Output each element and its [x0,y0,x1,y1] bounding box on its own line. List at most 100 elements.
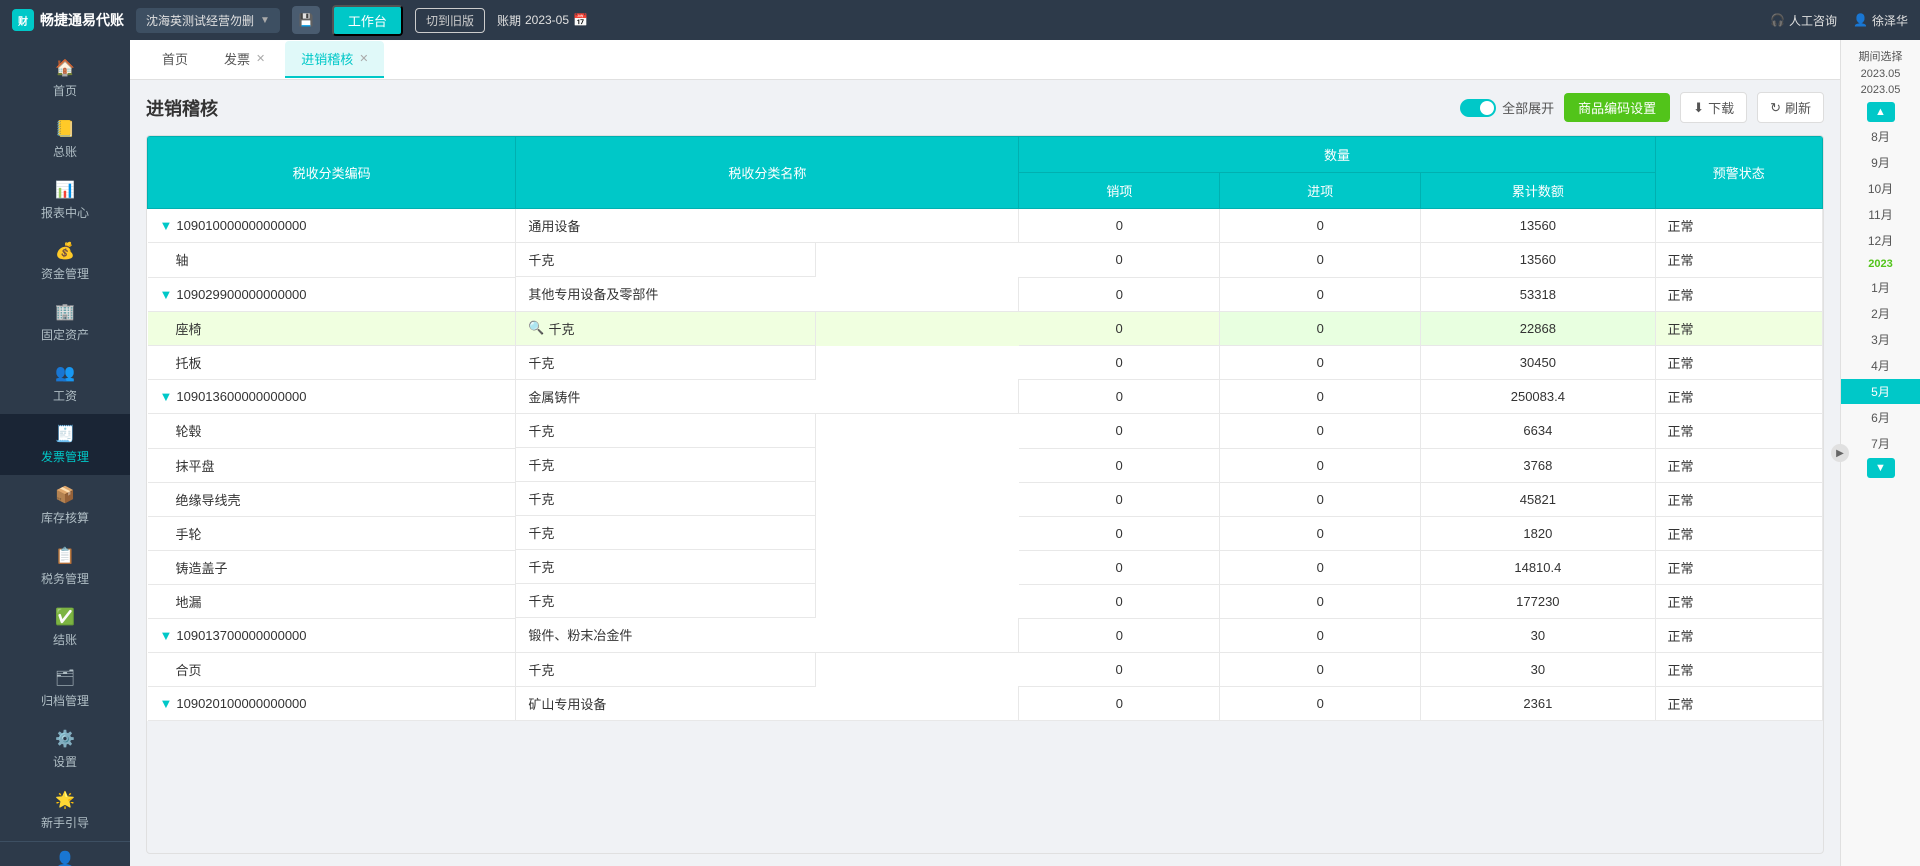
table-row-sale: 0 [1019,618,1220,652]
sidebar-item-inventory[interactable]: 📦 库存核算 [0,475,130,536]
table-row-item-code: 托板 [148,346,516,380]
sidebar-label: 资金管理 [41,265,89,282]
table-row-item-sale: 0 [1019,550,1220,584]
table-row-status: 正常 [1655,277,1822,311]
month-item[interactable]: 11月 [1841,202,1920,227]
sidebar-label: 发票管理 [41,448,89,465]
page-title: 进销稽核 [146,95,218,121]
sidebar-item-ledger[interactable]: 📒 总账 [0,109,130,170]
tab-reconcile-close[interactable]: ✕ [359,52,368,65]
sidebar-item-funds[interactable]: 💰 资金管理 [0,231,130,292]
refresh-label: 刷新 [1785,98,1811,117]
table-row-item-unit-col: 千克 [516,482,816,516]
table-row-item-sale: 0 [1019,516,1220,550]
sidebar-item-settle[interactable]: ✅ 结账 [0,597,130,658]
table-row-cumulative: 30 [1421,618,1655,652]
panel-toggle-button[interactable]: ▶ [1831,444,1849,462]
expand-row-icon[interactable]: ▼ [160,696,173,711]
home-icon: 🏠 [55,58,75,78]
month-item[interactable]: 9月 [1841,150,1920,175]
workbench-button[interactable]: 工作台 [332,5,403,36]
sidebar-item-settings[interactable]: ⚙️ 设置 [0,719,130,780]
month-item[interactable]: 8月 [1841,124,1920,149]
sidebar-item-guide[interactable]: 🌟 新手引导 [0,780,130,841]
month-item[interactable]: 5月 [1841,379,1920,404]
sidebar-item-report[interactable]: 📊 报表中心 [0,170,130,231]
sidebar-item-payroll[interactable]: 👥 工资 [0,353,130,414]
sidebar-item-home[interactable]: 🏠 首页 [0,48,130,109]
table-row-item-code: 地漏 [148,584,516,618]
user-name: 徐泽华 [1872,12,1908,29]
expand-row-icon[interactable]: ▼ [160,218,173,233]
table-row-status: 正常 [1655,380,1822,414]
table-row-status: 正常 [1655,209,1822,243]
table-row-purchase: 0 [1220,277,1421,311]
tab-reconcile[interactable]: 进销稽核 ✕ [285,41,384,78]
product-code-button[interactable]: 商品编码设置 [1564,93,1670,122]
sidebar-item-invoice[interactable]: 🧾 发票管理 [0,414,130,475]
table-row-item-purchase: 0 [1220,516,1421,550]
funds-icon: 💰 [55,241,75,261]
expand-toggle[interactable]: 全部展开 [1460,98,1554,117]
expand-row-icon[interactable]: ▼ [160,628,173,643]
tab-home[interactable]: 首页 [146,41,204,78]
scroll-up-button[interactable]: ▲ [1867,102,1895,122]
toggle-thumb [1480,101,1494,115]
tab-invoice[interactable]: 发票 ✕ [208,41,281,78]
page-title-row: 进销稽核 全部展开 商品编码设置 ⬇ 下载 ↻ 刷 [146,92,1824,123]
data-table-wrapper: 税收分类编码 税收分类名称 数量 预警状态 销项 进项 累计数额 [146,135,1824,854]
table-row-item-status: 正常 [1655,414,1822,449]
table-row-item-cumulative: 13560 [1421,243,1655,278]
calendar-icon[interactable]: 📅 [573,13,588,27]
month-item[interactable]: 12月 [1841,228,1920,253]
th-name: 税收分类名称 [516,137,1019,209]
th-status: 预警状态 [1655,137,1822,209]
expand-row-icon[interactable]: ▼ [160,389,173,404]
sidebar-item-member[interactable]: 👤 畅会员 [0,841,130,866]
table-row-item-purchase: 0 [1220,652,1421,687]
right-panel: ▶ 期间选择 2023.05 2023.05 ▲ 8月9月10月11月12月20… [1840,40,1920,866]
table-row-item-code: 轴 [148,243,516,278]
sidebar: 🏠 首页 📒 总账 📊 报表中心 💰 资金管理 🏢 固定资产 👥 工资 🧾 发票… [0,40,130,866]
table-row-item-code: 座椅 [148,311,516,346]
company-name: 沈海英测试经营勿删 [146,12,254,29]
expand-row-icon[interactable]: ▼ [160,287,173,302]
support-button[interactable]: 🎧 人工咨询 [1770,12,1837,29]
period-top-label2: 2023.05 [1861,84,1901,96]
save-button[interactable]: 💾 [292,6,320,34]
settings-icon: ⚙️ [55,729,75,749]
company-selector[interactable]: 沈海英测试经营勿删 ▼ [136,8,280,33]
th-cumulative: 累计数额 [1421,173,1655,209]
month-item[interactable]: 1月 [1841,275,1920,300]
table-row-item-purchase: 0 [1220,482,1421,516]
sidebar-item-archive[interactable]: 🗂 归档管理 [0,658,130,719]
table-row-item-status: 正常 [1655,243,1822,278]
download-icon: ⬇ [1693,100,1704,116]
month-item[interactable]: 10月 [1841,176,1920,201]
sidebar-item-tax[interactable]: 📋 税务管理 [0,536,130,597]
content-area: 首页 发票 ✕ 进销稽核 ✕ 进销稽核 全 [130,40,1840,866]
month-item[interactable]: 4月 [1841,353,1920,378]
month-item[interactable]: 6月 [1841,405,1920,430]
user-menu[interactable]: 👤 徐泽华 [1853,12,1908,29]
table-row-item-status: 正常 [1655,482,1822,516]
scroll-down-button[interactable]: ▼ [1867,458,1895,478]
download-button[interactable]: ⬇ 下载 [1680,92,1747,123]
table-row-code: ▼109029900000000000 [148,277,516,311]
payroll-icon: 👥 [55,363,75,383]
sidebar-item-assets[interactable]: 🏢 固定资产 [0,292,130,353]
refresh-icon: ↻ [1770,100,1781,116]
toggle-track[interactable] [1460,99,1496,117]
month-item[interactable]: 3月 [1841,327,1920,352]
tab-invoice-close[interactable]: ✕ [256,52,265,65]
month-item[interactable]: 2月 [1841,301,1920,326]
table-row-item-code: 手轮 [148,516,516,550]
chevron-down-icon: ▼ [260,15,270,26]
search-icon[interactable]: 🔍 [528,320,544,336]
table-row-item-purchase: 0 [1220,311,1421,346]
period-display: 账期 2023-05 📅 [497,12,588,29]
refresh-button[interactable]: ↻ 刷新 [1757,92,1824,123]
switch-version-button[interactable]: 切到旧版 [415,8,485,33]
app-name: 畅捷通易代账 [40,10,124,30]
month-item[interactable]: 7月 [1841,431,1920,456]
